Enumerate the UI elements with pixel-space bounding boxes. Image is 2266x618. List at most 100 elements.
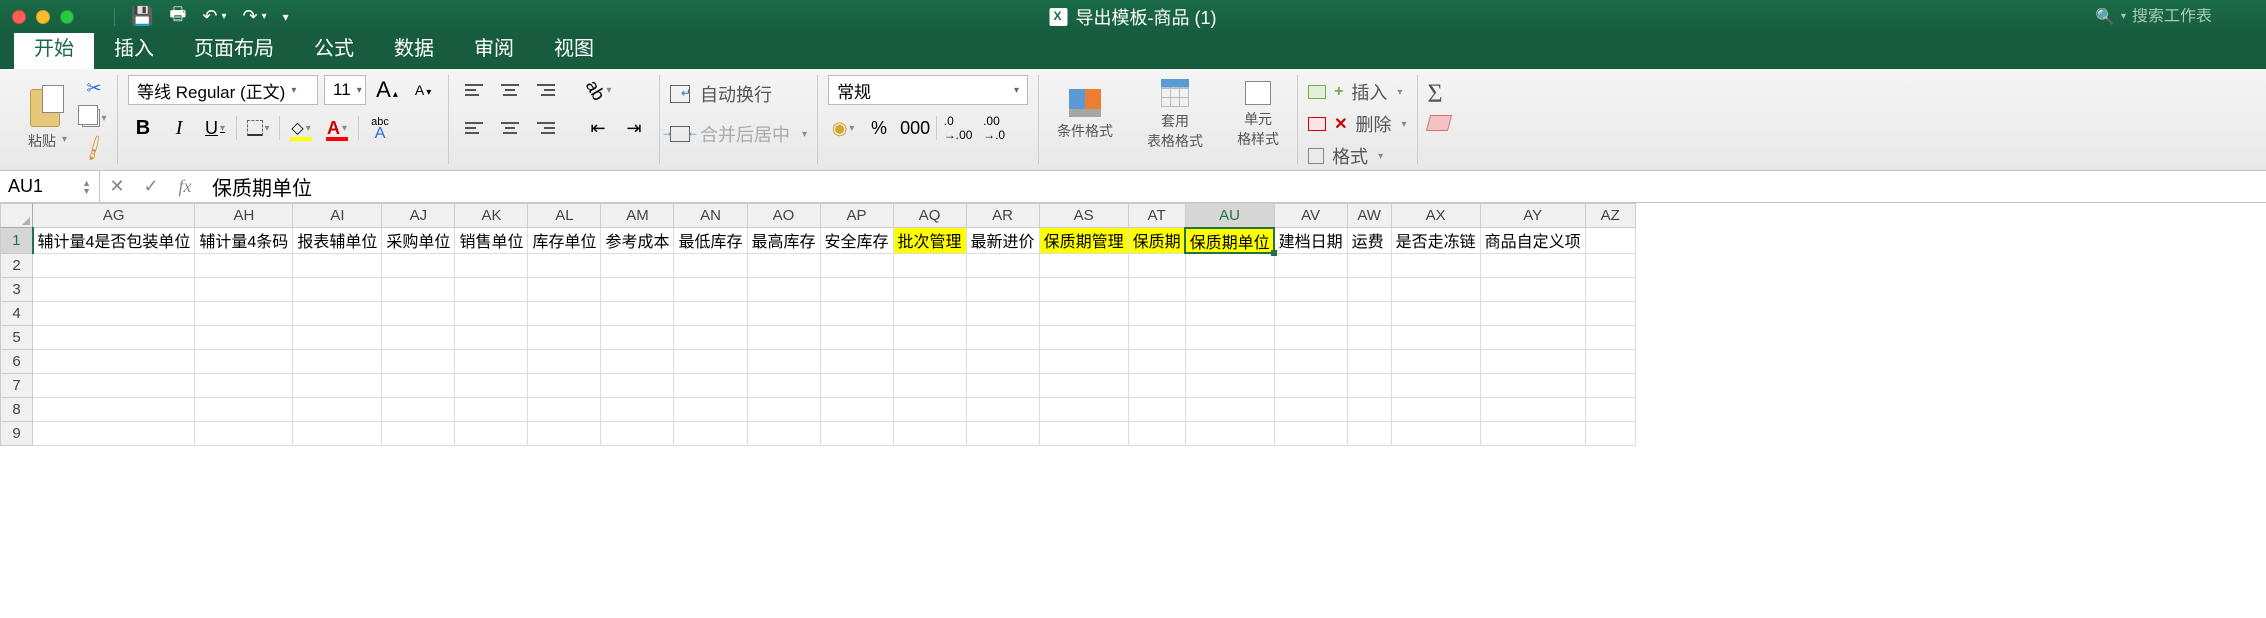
cell[interactable] [195,397,293,421]
cell[interactable]: 商品自定义项 [1480,228,1585,254]
cell[interactable] [293,373,382,397]
decrease-decimal-button[interactable]: .00→.0 [979,113,1009,143]
cell[interactable] [1585,373,1635,397]
cell[interactable] [1480,349,1585,373]
cell[interactable] [966,421,1039,445]
row-header[interactable]: 7 [1,373,33,397]
cell[interactable] [1585,277,1635,301]
cell[interactable]: 报表辅单位 [293,228,382,254]
cell[interactable] [1585,397,1635,421]
cell[interactable] [1585,349,1635,373]
select-all-corner[interactable] [1,204,33,228]
cell[interactable]: 辅计量4是否包装单位 [33,228,195,254]
decrease-indent-button[interactable]: ⇤ [583,113,613,143]
underline-button[interactable]: U▾ [200,113,230,143]
fill-color-button[interactable]: ◇▾ [286,113,316,143]
column-header[interactable]: AX [1391,204,1480,228]
minimize-window-button[interactable] [36,10,50,24]
wrap-text-button[interactable]: 自动换行 [670,81,807,107]
cell[interactable] [601,301,674,325]
cell[interactable]: 最高库存 [747,228,820,254]
cell[interactable] [455,397,528,421]
cell[interactable] [1274,397,1347,421]
format-cells-button[interactable]: 格式▾ [1308,143,1406,169]
cell[interactable] [195,277,293,301]
cell[interactable] [966,277,1039,301]
cell[interactable] [293,325,382,349]
cell[interactable] [1585,421,1635,445]
border-button[interactable]: ▾ [243,113,273,143]
cell[interactable] [1480,253,1585,277]
cell[interactable] [601,397,674,421]
cell[interactable] [1347,349,1391,373]
cell[interactable] [747,277,820,301]
cell[interactable] [820,373,893,397]
cell[interactable]: 批次管理 [893,228,966,254]
cell[interactable] [966,397,1039,421]
cell[interactable] [528,397,601,421]
cell[interactable] [33,277,195,301]
row-header[interactable]: 8 [1,397,33,421]
cell[interactable] [820,277,893,301]
cell[interactable] [382,277,455,301]
column-header[interactable]: AG [33,204,195,228]
cell[interactable] [1274,373,1347,397]
cell[interactable] [195,373,293,397]
undo-button[interactable]: ↶▾ [202,6,226,27]
cell[interactable] [528,277,601,301]
cell[interactable] [747,349,820,373]
orientation-button[interactable]: ab▾ [583,75,613,105]
cell[interactable] [674,277,747,301]
cell[interactable]: 销售单位 [455,228,528,254]
cell[interactable] [1274,349,1347,373]
cell[interactable] [1274,253,1347,277]
increase-font-button[interactable]: A▴ [372,75,402,105]
row-header[interactable]: 1 [1,228,33,254]
cell[interactable] [820,301,893,325]
cell[interactable] [1480,325,1585,349]
cell[interactable] [528,253,601,277]
cell[interactable]: 辅计量4条码 [195,228,293,254]
column-header[interactable]: AW [1347,204,1391,228]
column-header[interactable]: AL [528,204,601,228]
cell[interactable] [1480,421,1585,445]
cell[interactable] [1391,421,1480,445]
row-header[interactable]: 9 [1,421,33,445]
cell[interactable] [1480,373,1585,397]
cell[interactable] [1585,253,1635,277]
column-header[interactable]: AY [1480,204,1585,228]
align-left-button[interactable] [459,113,489,143]
cell[interactable] [455,421,528,445]
cell[interactable] [1039,421,1128,445]
search-input[interactable] [2132,8,2252,26]
align-center-button[interactable] [495,113,525,143]
print-icon[interactable]: 🖶 [169,2,186,32]
cell[interactable] [820,421,893,445]
cell[interactable] [195,325,293,349]
cell[interactable] [601,253,674,277]
cell[interactable]: 运费 [1347,228,1391,254]
cell[interactable] [674,421,747,445]
cell[interactable] [601,325,674,349]
cell[interactable] [674,253,747,277]
cell[interactable] [455,301,528,325]
italic-button[interactable]: I [164,113,194,143]
cell[interactable] [893,253,966,277]
column-header[interactable]: AV [1274,204,1347,228]
column-header[interactable]: AN [674,204,747,228]
cut-button[interactable]: ✂ [81,75,107,101]
bold-button[interactable]: B [128,113,158,143]
cell[interactable] [1391,325,1480,349]
qat-customize-button[interactable]: ▾ [283,10,289,24]
cell[interactable] [1039,349,1128,373]
cell[interactable] [820,397,893,421]
format-as-table-button[interactable]: 套用 表格格式 [1139,75,1211,155]
column-header[interactable]: AS [1039,204,1128,228]
column-header[interactable]: AP [820,204,893,228]
cell[interactable] [1274,277,1347,301]
cell[interactable] [1274,325,1347,349]
cell[interactable] [33,325,195,349]
search-sheet[interactable]: 🔍 ▾ [2095,7,2252,27]
cell[interactable] [455,325,528,349]
increase-decimal-button[interactable]: .0→.00 [943,113,973,143]
